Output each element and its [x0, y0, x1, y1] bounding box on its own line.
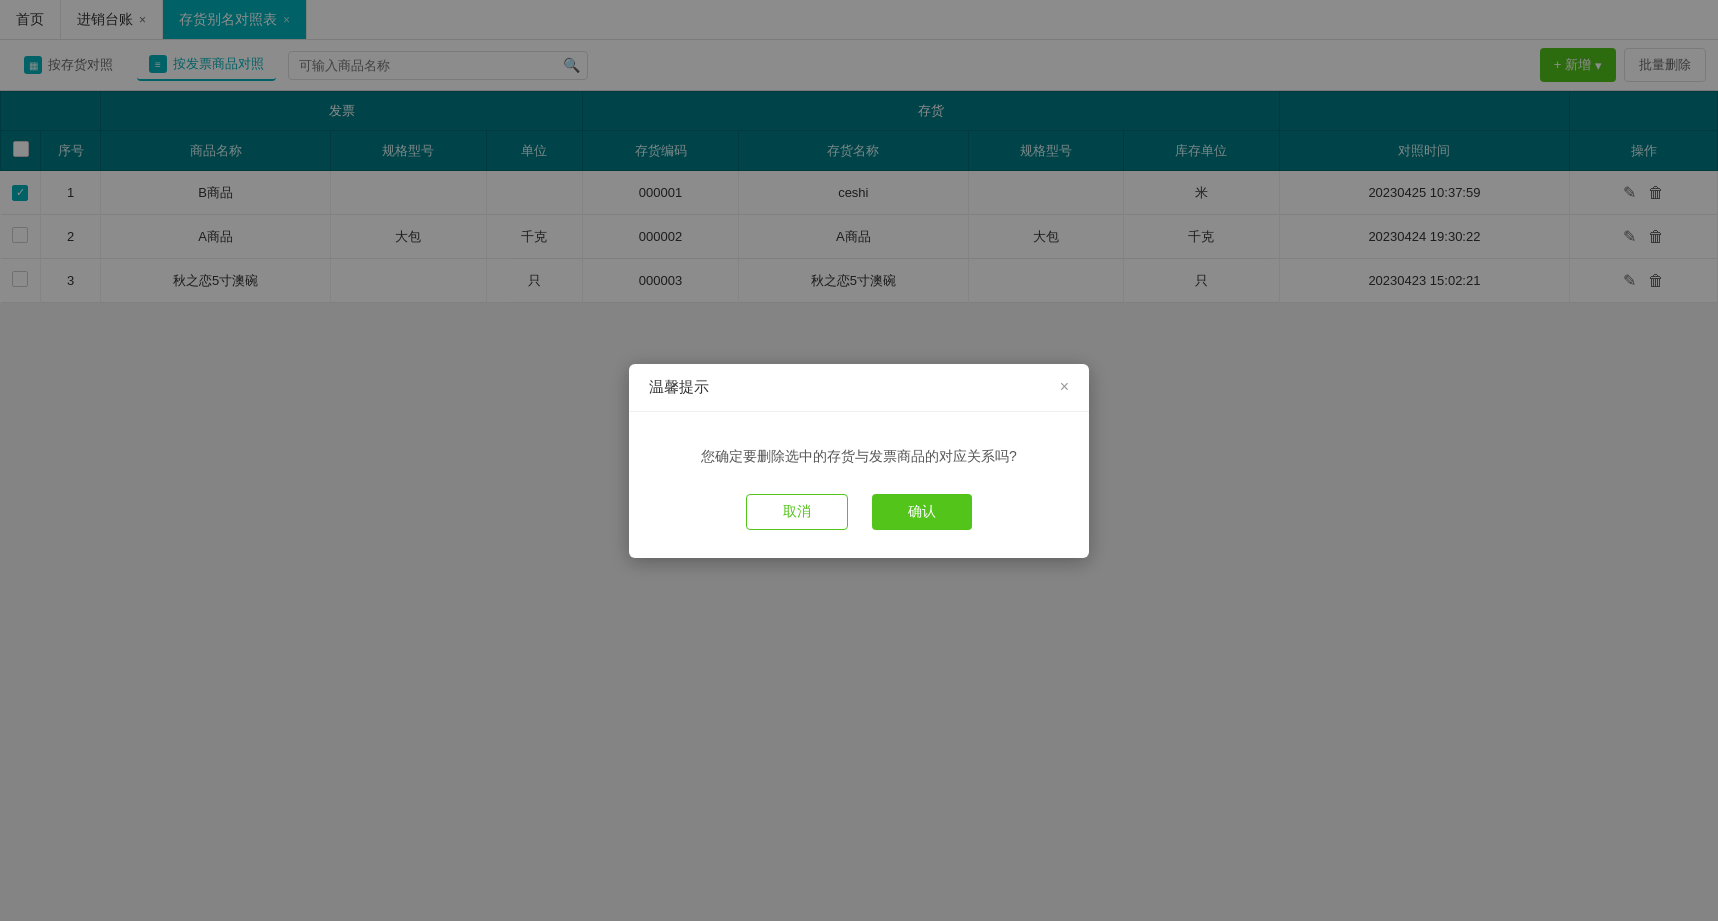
confirm-overlay: 温馨提示 × 您确定要删除选中的存货与发票商品的对应关系吗? 取消 确认 [0, 0, 1718, 303]
